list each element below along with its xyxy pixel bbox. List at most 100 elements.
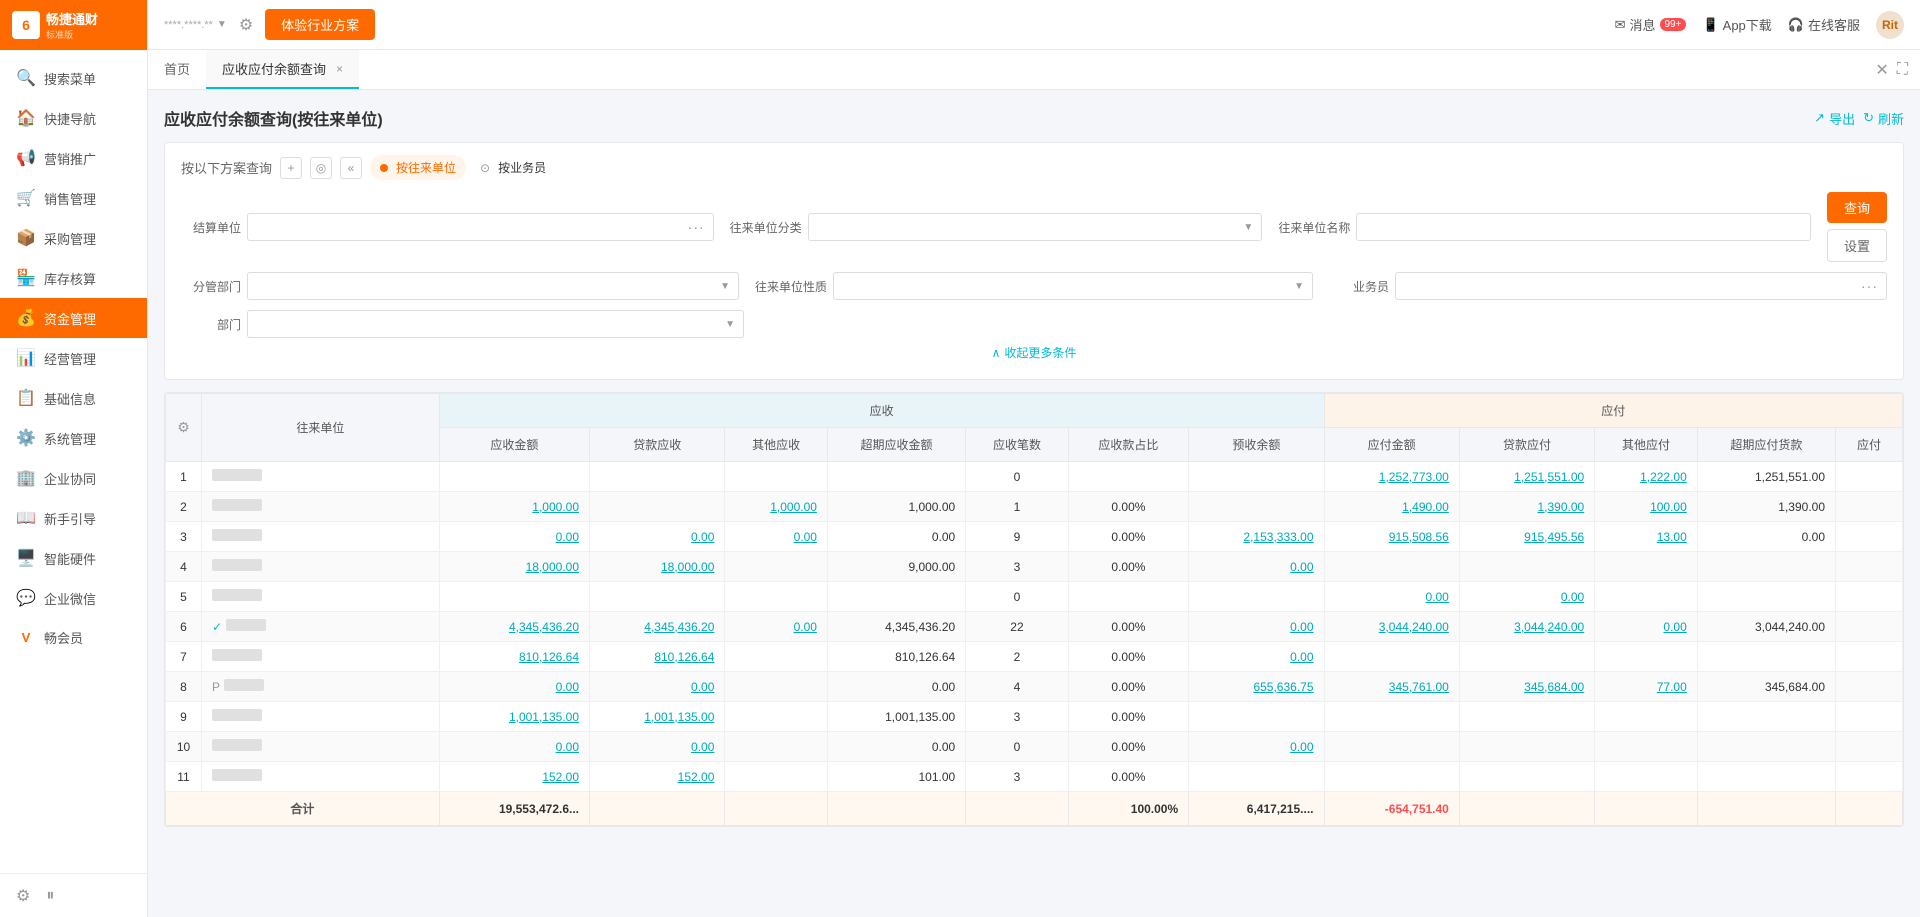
search-icon: 🔍: [16, 68, 36, 88]
cell-link[interactable]: 810,126.64: [654, 650, 714, 664]
sidebar-item-guide[interactable]: 📖 新手引导: [0, 498, 147, 538]
td-no: 11: [166, 762, 202, 792]
cell-link[interactable]: 18,000.00: [661, 560, 714, 574]
filter-scheme-salesman[interactable]: ⊙ 按业务员: [470, 155, 556, 180]
cell-link[interactable]: 1,390.00: [1538, 500, 1585, 514]
filter-input-settlement[interactable]: ···: [247, 213, 714, 241]
cell-link[interactable]: 0.00: [691, 680, 714, 694]
sidebar-item-purchase[interactable]: 📦 采购管理: [0, 218, 147, 258]
filter-input-dept[interactable]: ▼: [247, 310, 744, 338]
table-setting-icon[interactable]: ⚙: [177, 419, 190, 435]
filter-input-partner-name[interactable]: [1356, 213, 1811, 241]
td-cell: 3: [966, 552, 1069, 582]
td-ar-overdue: 0.00: [827, 732, 965, 762]
cell-link[interactable]: 0.00: [1426, 590, 1449, 604]
cell-link[interactable]: 4,345,436.20: [644, 620, 714, 634]
cell-link[interactable]: 1,252,773.00: [1379, 470, 1449, 484]
cell-link[interactable]: 1,490.00: [1402, 500, 1449, 514]
sidebar-item-quicknav[interactable]: 🏠 快捷导航: [0, 98, 147, 138]
messages-button[interactable]: ✉ 消息 99+: [1615, 15, 1687, 34]
cell-link[interactable]: 1,001,135.00: [509, 710, 579, 724]
cell-link[interactable]: 1,000.00: [770, 500, 817, 514]
td-cell: 0.00: [1459, 582, 1594, 612]
export-button[interactable]: ↗ 导出: [1814, 109, 1855, 128]
cell-link[interactable]: 915,508.56: [1389, 530, 1449, 544]
cell-link[interactable]: 18,000.00: [526, 560, 579, 574]
sidebar-item-marketing[interactable]: 📢 营销推广: [0, 138, 147, 178]
query-button[interactable]: 查询: [1827, 192, 1887, 223]
filter-input-salesman[interactable]: ···: [1395, 272, 1887, 300]
settings-icon[interactable]: ⚙: [16, 886, 30, 906]
cell-link[interactable]: 915,495.56: [1524, 530, 1584, 544]
prepaid-link[interactable]: 655,636.75: [1253, 680, 1313, 694]
tab-arbalance[interactable]: 应收应付余额查询 ×: [206, 50, 359, 89]
cell-link[interactable]: 1,251,551.00: [1514, 470, 1584, 484]
sidebar-item-finance[interactable]: 💰 资金管理: [0, 298, 147, 338]
collapse-icon[interactable]: ⏸: [46, 887, 54, 905]
filter-input-partner-cat[interactable]: ▼: [808, 213, 1263, 241]
tab-expand-icon[interactable]: ⛶: [1897, 61, 1908, 79]
filter-scheme-partner[interactable]: 按往来单位: [370, 155, 466, 180]
td-cell: [725, 762, 828, 792]
sidebar-item-sales[interactable]: 🛒 销售管理: [0, 178, 147, 218]
filter-header: 按以下方案查询 + ◎ « 按往来单位 ⊙ 按业务员: [181, 155, 1887, 180]
cell-link[interactable]: 100.00: [1650, 500, 1687, 514]
online-service-button[interactable]: 🎧 在线客服: [1788, 15, 1860, 34]
cell-link[interactable]: 0.00: [1561, 590, 1584, 604]
cell-link[interactable]: 345,684.00: [1524, 680, 1584, 694]
cell-link[interactable]: 152.00: [542, 770, 579, 784]
sidebar-item-hardware[interactable]: 🖥️ 智能硬件: [0, 538, 147, 578]
cell-link[interactable]: 0.00: [691, 740, 714, 754]
prepaid-link[interactable]: 0.00: [1290, 650, 1313, 664]
tab-home[interactable]: 首页: [148, 50, 206, 89]
td-cell: 100.00: [1595, 492, 1698, 522]
cell-link[interactable]: 3,044,240.00: [1379, 620, 1449, 634]
cell-link[interactable]: 3,044,240.00: [1514, 620, 1584, 634]
cell-link[interactable]: 0.00: [1663, 620, 1686, 634]
sidebar-item-warehouse[interactable]: 🏪 库存核算: [0, 258, 147, 298]
cell-link[interactable]: 0.00: [691, 530, 714, 544]
cell-link[interactable]: 0.00: [794, 530, 817, 544]
filter-collapse-btn[interactable]: ∧ 收起更多条件: [181, 338, 1887, 367]
cell-link[interactable]: 0.00: [556, 530, 579, 544]
cell-link[interactable]: 4,345,436.20: [509, 620, 579, 634]
app-download-button[interactable]: 📱 App下载: [1702, 15, 1771, 34]
settings-button[interactable]: 设置: [1827, 229, 1887, 262]
prepaid-link[interactable]: 0.00: [1290, 620, 1313, 634]
cell-link[interactable]: 77.00: [1657, 680, 1687, 694]
cell-link[interactable]: 1,222.00: [1640, 470, 1687, 484]
cell-link[interactable]: 1,001,135.00: [644, 710, 714, 724]
promo-button[interactable]: 体验行业方案: [265, 9, 375, 40]
cell-link[interactable]: 152.00: [678, 770, 715, 784]
sidebar-item-search[interactable]: 🔍 搜索菜单: [0, 58, 147, 98]
cell-link[interactable]: 345,761.00: [1389, 680, 1449, 694]
td-cell: 0.00: [725, 612, 828, 642]
refresh-button[interactable]: ↻ 刷新: [1863, 109, 1904, 128]
sidebar-item-system[interactable]: ⚙️ 系统管理: [0, 418, 147, 458]
user-avatar[interactable]: Rit: [1876, 11, 1904, 39]
dropdown-icon[interactable]: ▼: [217, 19, 227, 30]
sidebar-item-operations[interactable]: 📊 经营管理: [0, 338, 147, 378]
cell-link[interactable]: 0.00: [556, 740, 579, 754]
cell-link[interactable]: 810,126.64: [519, 650, 579, 664]
tab-close-window-icon[interactable]: ✕: [1875, 60, 1888, 80]
sidebar-item-corp[interactable]: 🏢 企业协同: [0, 458, 147, 498]
filter-collapse-btn[interactable]: «: [340, 157, 362, 179]
filter-input-partner-type[interactable]: ▼: [833, 272, 1313, 300]
cell-link[interactable]: 0.00: [556, 680, 579, 694]
filter-circle-btn[interactable]: ◎: [310, 157, 332, 179]
filter-add-btn[interactable]: +: [280, 157, 302, 179]
sidebar-item-basic[interactable]: 📋 基础信息: [0, 378, 147, 418]
cell-link[interactable]: 13.00: [1657, 530, 1687, 544]
prepaid-link[interactable]: 0.00: [1290, 560, 1313, 574]
sidebar-item-member[interactable]: V 畅会员: [0, 618, 147, 657]
cell-link[interactable]: 0.00: [794, 620, 817, 634]
sidebar-item-wechat[interactable]: 💬 企业微信: [0, 578, 147, 618]
prepaid-link[interactable]: 0.00: [1290, 740, 1313, 754]
cell-link[interactable]: 1,000.00: [532, 500, 579, 514]
tab-close-icon[interactable]: ×: [336, 62, 343, 76]
filter-input-dept-manager[interactable]: ▼: [247, 272, 739, 300]
gear-icon[interactable]: ⚙: [239, 15, 253, 35]
prepaid-link[interactable]: 2,153,333.00: [1243, 530, 1313, 544]
footer-ap-overdue: [1697, 792, 1835, 826]
